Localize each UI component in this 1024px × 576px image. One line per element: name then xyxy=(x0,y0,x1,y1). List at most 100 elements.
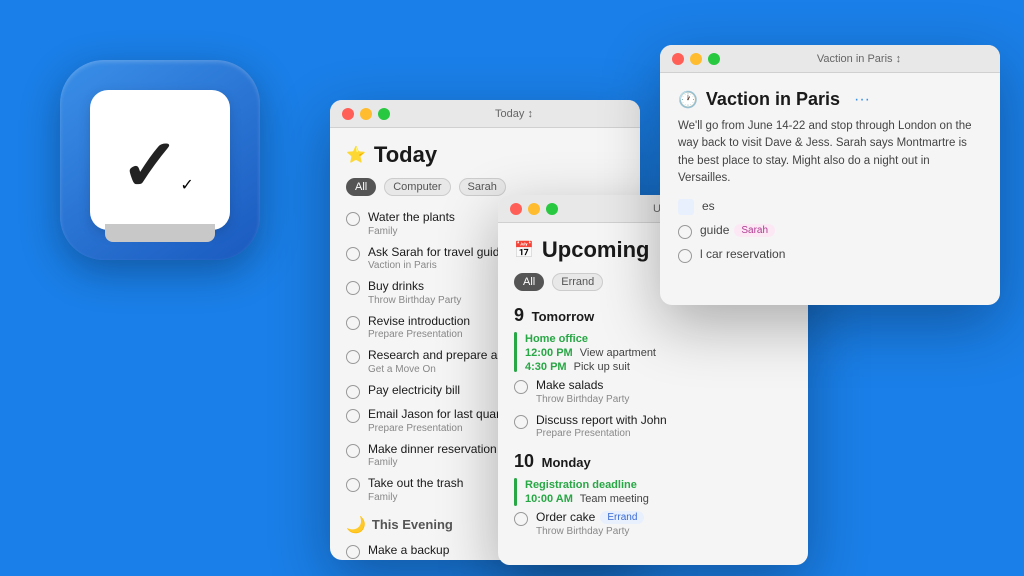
filter-all-upcoming[interactable]: All xyxy=(514,273,544,291)
filter-errand[interactable]: Errand xyxy=(552,273,603,291)
maximize-button[interactable] xyxy=(546,203,558,215)
task-checkbox[interactable] xyxy=(346,478,360,492)
today-filter-bar: All Computer Sarah xyxy=(346,178,624,196)
task-subtitle: Prepare Presentation xyxy=(368,423,510,434)
time-430: 4:30 PM xyxy=(525,361,567,373)
task-checkbox[interactable] xyxy=(346,444,360,458)
task-name: Discuss report with John xyxy=(536,413,667,429)
today-header: ⭐ Today xyxy=(346,142,624,168)
vacation-item-text: guide xyxy=(700,223,729,237)
errand-tag: Errand xyxy=(600,511,644,524)
star-icon: ⭐ xyxy=(346,145,366,165)
time-1200: 12:00 PM xyxy=(525,347,573,359)
timed-block: Home office 12:00 PM View apartment 4:30… xyxy=(514,332,792,374)
task-subtitle: Throw Birthday Party xyxy=(536,394,629,405)
timed-task-3: 4:30 PM Pick up suit xyxy=(525,360,656,374)
task-subtitle: Family xyxy=(368,492,463,503)
green-bar xyxy=(514,478,517,506)
task-name: Make dinner reservation xyxy=(368,442,497,458)
maximize-button[interactable] xyxy=(708,53,720,65)
minimize-button[interactable] xyxy=(360,108,372,120)
timed-task-team: 10:00 AM Team meeting xyxy=(525,492,649,506)
vacation-item-2: guide Sarah xyxy=(678,223,982,239)
minimize-button[interactable] xyxy=(690,53,702,65)
task-name: Make salads xyxy=(536,378,629,394)
more-button-vacation[interactable]: ··· xyxy=(854,91,870,109)
close-button[interactable] xyxy=(342,108,354,120)
time-reg: Registration deadline xyxy=(525,479,637,491)
checkmark-icon: ✓ xyxy=(120,130,200,190)
task-name: Pay electricity bill xyxy=(368,383,460,399)
today-title: Today xyxy=(374,142,437,168)
filter-all[interactable]: All xyxy=(346,178,376,196)
task-checkbox[interactable] xyxy=(346,409,360,423)
task-checkbox[interactable] xyxy=(678,249,692,263)
filter-computer[interactable]: Computer xyxy=(384,178,450,196)
task-name: Email Jason for last quarte xyxy=(368,407,510,423)
day-section-9: 9 Tomorrow Home office 12:00 PM View apa… xyxy=(514,305,792,439)
task-checkbox[interactable] xyxy=(346,247,360,261)
time-desc-team: Team meeting xyxy=(580,493,649,505)
day-header-9: 9 Tomorrow xyxy=(514,305,792,326)
vacation-item-1: es xyxy=(678,199,982,215)
task-checkbox[interactable] xyxy=(514,512,528,526)
task-checkbox[interactable] xyxy=(346,545,360,559)
time-desc-430: Pick up suit xyxy=(574,361,630,373)
task-subtitle: Vaction in Paris xyxy=(368,260,506,271)
task-checkbox[interactable] xyxy=(346,212,360,226)
upcoming-task-2: Discuss report with John Prepare Present… xyxy=(514,413,792,440)
task-checkbox[interactable] xyxy=(678,225,692,239)
day-section-10: 10 Monday Registration deadline 10:00 AM… xyxy=(514,451,792,537)
task-subtitle: Family xyxy=(368,226,455,237)
day-num: 10 xyxy=(514,451,534,471)
task-subtitle: Prepare Presentation xyxy=(536,428,667,439)
time-home-office: Home office xyxy=(525,333,588,345)
calendar-icon: 📅 xyxy=(514,240,534,260)
upcoming-task-1: Make salads Throw Birthday Party xyxy=(514,378,792,405)
task-subtitle: Get a Move On xyxy=(368,364,513,375)
task-checkbox[interactable] xyxy=(346,316,360,330)
maximize-button[interactable] xyxy=(378,108,390,120)
doc-icon xyxy=(678,199,694,215)
vacation-item-text: es xyxy=(702,199,715,213)
time-1000: 10:00 AM xyxy=(525,493,573,505)
task-subtitle: Family xyxy=(368,457,497,468)
vacation-content: 🕐 Vaction in Paris ··· We'll go from Jun… xyxy=(660,73,1000,287)
today-window-title: Today ↕ xyxy=(400,108,628,120)
task-checkbox[interactable] xyxy=(514,415,528,429)
close-button[interactable] xyxy=(510,203,522,215)
vacation-window-title: Vaction in Paris ↕ xyxy=(730,53,988,65)
task-subtitle: Throw Birthday Party xyxy=(368,295,461,306)
app-icon: ✓ xyxy=(60,60,260,260)
green-bar xyxy=(514,332,517,372)
timed-block-10: Registration deadline 10:00 AM Team meet… xyxy=(514,478,792,506)
task-name: Research and prepare all d xyxy=(368,348,513,364)
task-checkbox[interactable] xyxy=(346,350,360,364)
upcoming-title: Upcoming xyxy=(542,237,650,263)
vacation-titlebar: Vaction in Paris ↕ xyxy=(660,45,1000,73)
vacation-item-text: l car reservation xyxy=(700,247,785,261)
vacation-item-3: l car reservation xyxy=(678,247,982,263)
time-desc-1200: View apartment xyxy=(580,347,656,359)
filter-sarah[interactable]: Sarah xyxy=(459,178,506,196)
task-name: Ask Sarah for travel guide xyxy=(368,245,506,261)
task-name: Make a backup xyxy=(368,543,449,559)
task-name: Order cake xyxy=(536,510,595,526)
sarah-tag: Sarah xyxy=(734,224,775,237)
traffic-lights xyxy=(342,108,390,120)
task-name: Water the plants xyxy=(368,210,455,226)
task-subtitle: Prepare Presentation xyxy=(368,329,470,340)
task-checkbox[interactable] xyxy=(514,380,528,394)
clock-icon: 🕐 xyxy=(678,90,698,110)
timed-task-1: Home office xyxy=(525,332,656,346)
minimize-button[interactable] xyxy=(528,203,540,215)
upcoming-task-3: Order cake Errand Throw Birthday Party xyxy=(514,510,792,537)
task-subtitle: Throw Birthday Party xyxy=(536,526,644,537)
task-checkbox[interactable] xyxy=(346,281,360,295)
task-checkbox[interactable] xyxy=(346,385,360,399)
close-button[interactable] xyxy=(672,53,684,65)
vacation-window: Vaction in Paris ↕ 🕐 Vaction in Paris ··… xyxy=(660,45,1000,305)
vacation-description: We'll go from June 14-22 and stop throug… xyxy=(678,118,982,187)
traffic-lights xyxy=(510,203,558,215)
vacation-header: 🕐 Vaction in Paris ··· xyxy=(678,89,982,110)
